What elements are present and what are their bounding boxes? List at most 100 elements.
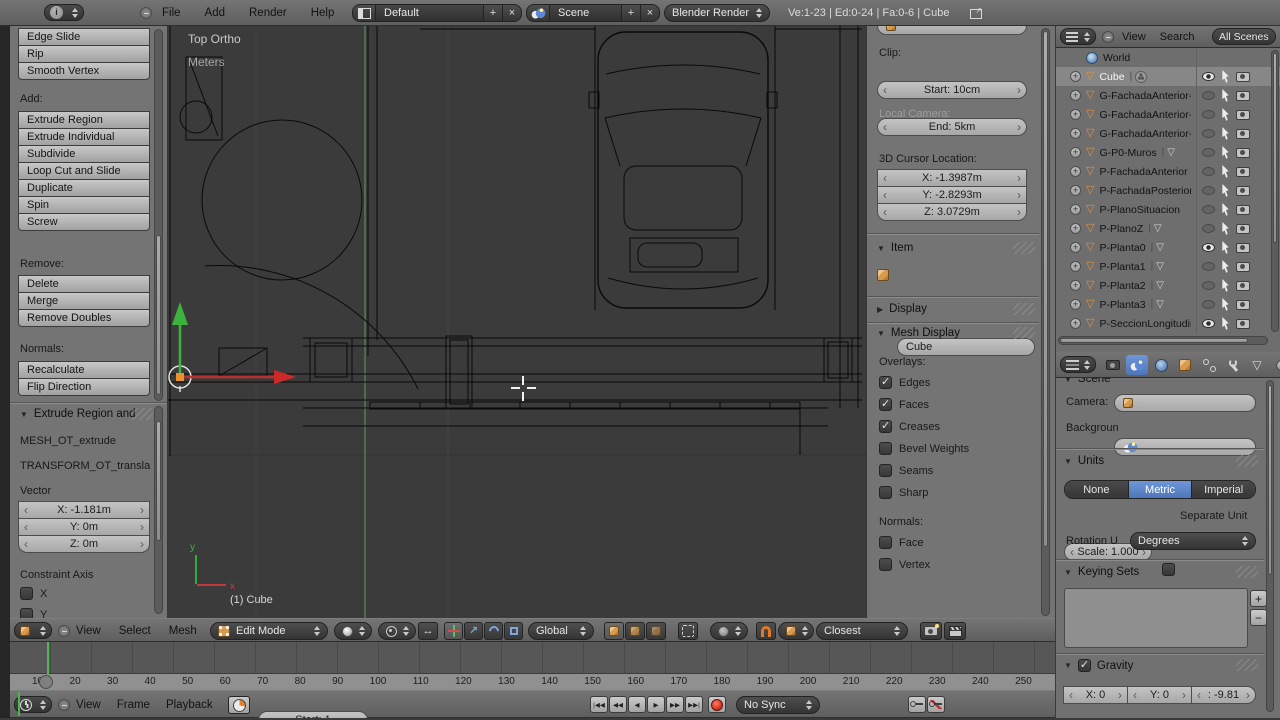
object-name[interactable]: P-Planta1 xyxy=(1099,261,1145,273)
object-name[interactable]: P-SeccionLongitudin xyxy=(1099,318,1191,330)
delete-keyframe-button[interactable] xyxy=(927,696,945,713)
tool-button[interactable]: Remove Doubles xyxy=(18,309,150,327)
record-button[interactable] xyxy=(708,696,726,713)
keying-sets-list[interactable] xyxy=(1064,588,1248,648)
manipulator-axis-button[interactable] xyxy=(444,622,463,640)
selectability-cursor-icon[interactable] xyxy=(1222,70,1229,83)
add-keying-set-button[interactable]: + xyxy=(1250,590,1267,607)
manipulate-center-points-button[interactable]: ↔ xyxy=(418,622,438,640)
expand-icon[interactable] xyxy=(1070,90,1081,101)
renderability-camera-icon[interactable] xyxy=(1236,242,1250,253)
visibility-eye-icon[interactable] xyxy=(1202,262,1215,271)
renderability-camera-icon[interactable] xyxy=(1236,299,1250,310)
collapse-menus-icon[interactable] xyxy=(58,625,70,637)
expand-icon[interactable] xyxy=(1070,318,1081,329)
unit-system-button[interactable]: Imperial xyxy=(1192,481,1255,498)
selectability-cursor-icon[interactable] xyxy=(1222,298,1229,311)
delete-scene-button[interactable]: × xyxy=(641,4,660,22)
renderability-camera-icon[interactable] xyxy=(1236,261,1250,272)
sync-mode-dropdown[interactable]: No Sync xyxy=(736,696,820,714)
tool-button[interactable]: Subdivide xyxy=(18,145,150,163)
collapse-menus-icon[interactable] xyxy=(140,7,152,19)
tab-constraints[interactable] xyxy=(1198,355,1220,375)
selectability-cursor-icon[interactable] xyxy=(1222,222,1229,235)
visibility-eye-icon[interactable] xyxy=(1202,129,1215,138)
frame-number-strip[interactable]: 10 20 30 40 50 60 70 80 90 100 110 120 130 140 150 160 1… xyxy=(10,673,1055,690)
timeline-tracks[interactable] xyxy=(10,642,1055,673)
selectability-cursor-icon[interactable] xyxy=(1222,184,1229,197)
tool-button[interactable]: Extrude Region xyxy=(18,111,150,129)
object-name[interactable]: P-PlanoZ xyxy=(1099,223,1143,235)
visibility-eye-icon[interactable] xyxy=(1202,205,1215,214)
expand-icon[interactable] xyxy=(1070,71,1081,82)
selectability-cursor-icon[interactable] xyxy=(1222,241,1229,254)
checkbox[interactable] xyxy=(879,375,892,389)
face-select-button[interactable] xyxy=(646,622,666,640)
outliner-row[interactable]: ▽ G-P0-Muros ▽ xyxy=(1056,143,1280,162)
checkbox[interactable] xyxy=(879,464,892,477)
viewport-canvas[interactable]: y x Top Ortho Meters (1) Cube xyxy=(168,26,866,618)
tab-render[interactable] xyxy=(1102,355,1124,375)
tool-button[interactable]: Extrude Individual xyxy=(18,128,150,146)
proportional-edit-dropdown[interactable] xyxy=(710,622,748,640)
tool-button[interactable]: Smooth Vertex xyxy=(18,62,150,80)
renderability-camera-icon[interactable] xyxy=(1236,280,1250,291)
clip-end-field[interactable]: End: 5km xyxy=(877,118,1027,136)
tool-button[interactable]: Delete xyxy=(18,275,150,293)
visibility-eye-icon[interactable] xyxy=(1202,167,1215,176)
scrollbar-thumb[interactable] xyxy=(156,421,161,541)
top-menu-item[interactable]: Add xyxy=(205,7,225,19)
add-scene-button[interactable]: + xyxy=(622,4,641,22)
constraint-axis-checkbox-row[interactable]: Y xyxy=(20,608,47,618)
tool-button[interactable]: Loop Cut and Slide xyxy=(18,162,150,180)
expand-icon[interactable] xyxy=(1070,185,1081,196)
gravity-panel-header[interactable]: Gravity xyxy=(1064,658,1133,672)
tab-scene[interactable] xyxy=(1126,355,1148,375)
timeline-menu-item[interactable]: View xyxy=(76,699,101,711)
checkbox[interactable] xyxy=(879,558,892,571)
transport-button[interactable]: |◀◀ xyxy=(590,696,608,713)
viewport-menu-item[interactable]: Select xyxy=(119,625,151,637)
gravity-axis-field[interactable]: X: 0 xyxy=(1063,686,1128,704)
tab-data[interactable]: ▽ xyxy=(1246,355,1268,375)
display-panel-header[interactable]: Display xyxy=(877,303,927,315)
object-name[interactable]: Cube xyxy=(1099,71,1124,83)
viewport-menu-item[interactable]: View xyxy=(76,625,101,637)
object-name[interactable]: World xyxy=(1103,52,1130,64)
tab-world[interactable] xyxy=(1150,355,1172,375)
transform-orientation-dropdown[interactable]: Global xyxy=(528,622,594,640)
background-scene-field[interactable] xyxy=(1114,438,1256,456)
expand-icon[interactable] xyxy=(1070,261,1081,272)
tool-shelf-scrollbar[interactable] xyxy=(154,29,163,401)
renderability-camera-icon[interactable] xyxy=(1236,90,1250,101)
top-menu-item[interactable]: Help xyxy=(311,7,335,19)
checkbox[interactable] xyxy=(20,608,33,618)
object-name[interactable]: G-FachadaAnterior-M xyxy=(1099,128,1191,140)
expand-icon[interactable] xyxy=(1070,299,1081,310)
scrollbar-thumb[interactable] xyxy=(1043,31,1048,547)
renderability-camera-icon[interactable] xyxy=(1236,185,1250,196)
renderability-camera-icon[interactable] xyxy=(1236,71,1250,82)
outliner-row[interactable]: World ▽ xyxy=(1056,48,1280,67)
scene-name-field[interactable]: Scene xyxy=(550,4,622,22)
mode-dropdown[interactable]: Edit Mode xyxy=(210,622,328,640)
expand-icon[interactable] xyxy=(1070,204,1081,215)
outliner-row[interactable]: ▽ G-FachadaAnterior-M ▽ xyxy=(1056,105,1280,124)
selectability-cursor-icon[interactable] xyxy=(1222,279,1229,292)
cursor-coordinate-field[interactable]: Y: -2.8293m xyxy=(877,186,1027,204)
checkbox[interactable] xyxy=(879,536,892,549)
outliner-row[interactable]: ▽ P-Planta1 ▽ xyxy=(1056,257,1280,276)
object-name-field[interactable]: Cube xyxy=(897,338,1035,356)
overlay-checkbox-row[interactable]: Edges xyxy=(879,375,969,389)
checkbox[interactable] xyxy=(879,419,892,433)
object-name[interactable]: P-PlanoSituacion xyxy=(1099,204,1180,216)
object-name[interactable]: G-FachadaAnterior-C xyxy=(1099,90,1191,102)
vertex-select-button[interactable] xyxy=(604,622,624,640)
normals-checkbox-row[interactable]: Vertex xyxy=(879,558,930,571)
renderability-camera-icon[interactable] xyxy=(1236,204,1250,215)
renderability-camera-icon[interactable] xyxy=(1236,109,1250,120)
cursor-coordinate-field[interactable]: Z: 3.0729m xyxy=(877,203,1027,221)
tool-button[interactable]: Flip Direction xyxy=(18,378,150,396)
outliner-menu-item[interactable]: View xyxy=(1122,31,1146,43)
selectability-cursor-icon[interactable] xyxy=(1222,260,1229,273)
